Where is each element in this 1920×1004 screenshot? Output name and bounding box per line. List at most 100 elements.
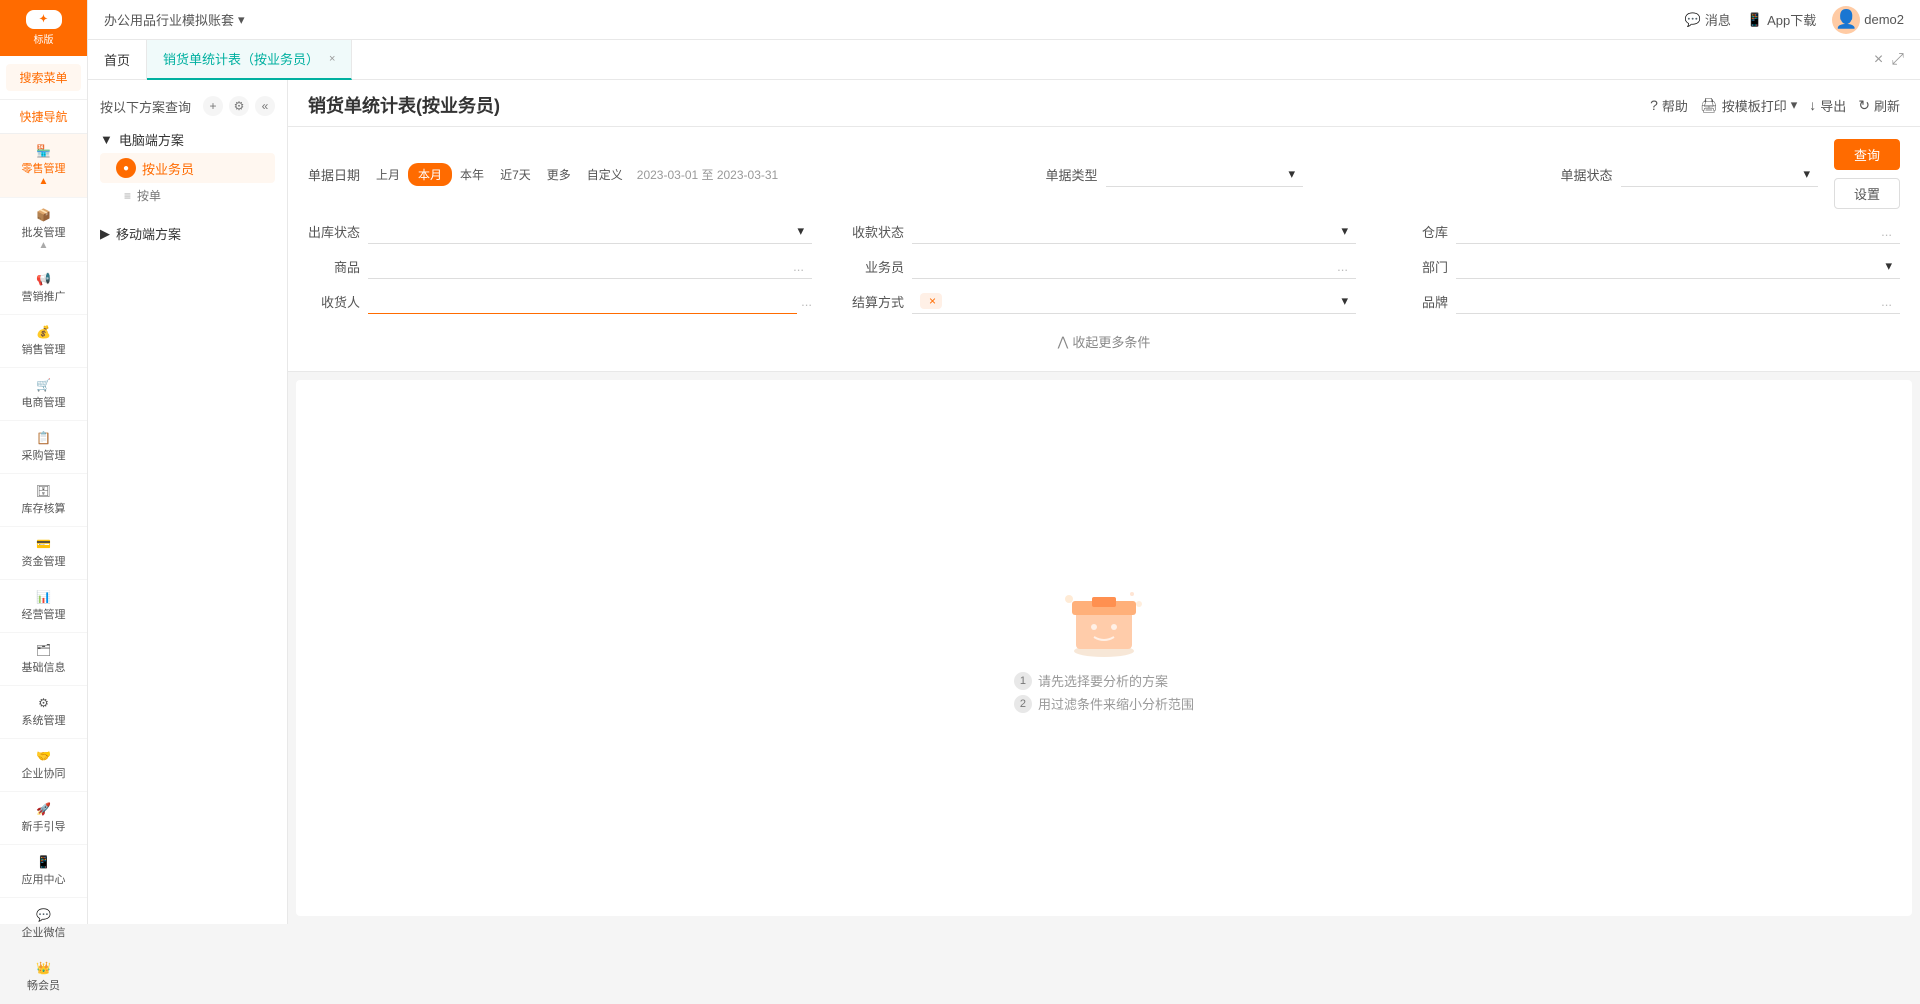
settlement-select[interactable]: × ▾	[912, 289, 1356, 314]
sidebar-item-wechat[interactable]: 💬 企业微信	[0, 898, 87, 951]
message-button[interactable]: 💬 消息	[1685, 10, 1731, 29]
custom-date-button[interactable]: 自定义	[579, 163, 631, 186]
export-button[interactable]: ↓ 导出	[1809, 96, 1846, 115]
tab-actions: × ⤢	[1874, 51, 1920, 69]
doc-type-arrow: ▾	[1288, 166, 1295, 182]
salesperson-dots[interactable]: ...	[1337, 259, 1348, 274]
sidebar-item-retail[interactable]: 🏪 零售管理 ▲	[0, 134, 87, 198]
system-icon: ⚙	[4, 696, 83, 710]
inventory-icon: 🗄	[4, 484, 83, 498]
page-main: 销货单统计表(按业务员) ? 帮助 🖨 按模板打印 ▾ ↓ 导出	[288, 80, 1920, 924]
warehouse-dots[interactable]: ...	[1881, 224, 1892, 239]
scheme-item-salesperson[interactable]: ● 按业务员	[100, 153, 275, 183]
empty-hint-1: 1 请先选择要分析的方案	[1014, 671, 1194, 690]
retail-icon: 🏪	[4, 144, 83, 158]
print-button[interactable]: 🖨 按模板打印 ▾	[1700, 96, 1797, 115]
home-tab-label: 首页	[104, 50, 130, 69]
collapse-button[interactable]: ⋀ 收起更多条件	[1058, 332, 1151, 351]
brand-select[interactable]: ...	[1456, 290, 1900, 314]
warehouse-select[interactable]: ...	[1456, 220, 1900, 244]
add-scheme-button[interactable]: +	[203, 96, 223, 116]
sidebar-item-inventory[interactable]: 🗄 库存核算	[0, 474, 87, 527]
consignee-dots[interactable]: ...	[801, 294, 812, 309]
last7-button[interactable]: 近7天	[492, 163, 539, 186]
sidebar-item-sales[interactable]: 💰 销售管理	[0, 315, 87, 368]
content-area: 按以下方案查询 + ⚙ « ▼ 电脑端方案 ● 按业务员	[88, 80, 1920, 924]
sidebar-search-section: 搜索菜单	[0, 56, 87, 100]
topbar-right: 💬 消息 📱 App下载 👤 demo2	[1685, 6, 1904, 34]
sidebar-item-enterprise[interactable]: 🤝 企业协同	[0, 739, 87, 792]
sidebar-item-basic[interactable]: 🗂 基础信息	[0, 633, 87, 686]
filter-item-collection: 收款状态 ▾	[852, 219, 1356, 244]
sidebar-item-newbie[interactable]: 🚀 新手引导	[0, 792, 87, 845]
salesperson-select[interactable]: ...	[912, 255, 1356, 279]
wholesale-icon: 📦	[4, 208, 83, 222]
mobile-scheme-group: ▶ 移动端方案	[88, 216, 287, 251]
close-window-button[interactable]: ×	[1874, 51, 1883, 69]
sidebar-item-purchase[interactable]: 📋 采购管理	[0, 421, 87, 474]
expand-arrow: ▼	[100, 132, 113, 147]
filter-row-3: 商品 ... 业务员 ...	[308, 254, 1900, 279]
settlement-arrow: ▾	[1341, 293, 1348, 309]
settlement-label: 结算方式	[852, 292, 904, 311]
brand-dots[interactable]: ...	[1881, 294, 1892, 309]
tab-close-icon[interactable]: ×	[329, 53, 335, 65]
salesperson-label: 业务员	[852, 257, 904, 276]
company-dropdown[interactable]: 办公用品行业模拟账套 ▾	[104, 10, 245, 29]
member-icon: 👑	[4, 961, 83, 975]
help-button[interactable]: ? 帮助	[1650, 96, 1688, 115]
sidebar-item-finance[interactable]: 💳 资金管理	[0, 527, 87, 580]
logo-icon: ✦	[26, 10, 62, 29]
sidebar-item-marketing[interactable]: 📢 营销推广	[0, 262, 87, 315]
app-download-button[interactable]: 📱 App下载	[1747, 10, 1816, 29]
doc-type-select[interactable]: ▾	[1106, 162, 1303, 187]
left-scheme-panel: 按以下方案查询 + ⚙ « ▼ 电脑端方案 ● 按业务员	[88, 80, 288, 924]
dept-select[interactable]: ▾	[1456, 254, 1900, 279]
restore-window-button[interactable]: ⤢	[1891, 51, 1904, 69]
collection-select[interactable]: ▾	[912, 219, 1356, 244]
filter-panel: 单据日期 上月 本月 本年 近7天 更多 自定义 2023-03-01 至 20…	[288, 127, 1920, 372]
more-date-button[interactable]: 更多	[539, 163, 579, 186]
search-menu-button[interactable]: 搜索菜单	[6, 64, 81, 91]
dropdown-icon: ▾	[238, 12, 245, 28]
user-menu[interactable]: 👤 demo2	[1832, 6, 1904, 34]
topbar: 办公用品行业模拟账套 ▾ 💬 消息 📱 App下载 👤 demo2	[88, 0, 1920, 40]
pc-scheme-toggle[interactable]: ▼ 电脑端方案	[100, 126, 275, 153]
sidebar-item-operations[interactable]: 📊 经营管理	[0, 580, 87, 633]
goods-select[interactable]: ...	[368, 255, 812, 279]
collapse-panel-button[interactable]: «	[255, 96, 275, 116]
mobile-scheme-toggle[interactable]: ▶ 移动端方案	[100, 220, 275, 247]
out-status-arrow: ▾	[797, 223, 804, 239]
setting-button[interactable]: 设置	[1834, 178, 1900, 209]
settlement-tag-close[interactable]: ×	[929, 294, 936, 308]
sidebar-item-system[interactable]: ⚙ 系统管理	[0, 686, 87, 739]
filter-item-doc-status: 单据状态 ▾	[1561, 162, 1819, 187]
doc-status-select[interactable]: ▾	[1621, 162, 1818, 187]
sidebar-quick-nav[interactable]: 快捷导航	[0, 100, 87, 134]
filter-item-settlement: 结算方式 × ▾	[852, 289, 1356, 314]
tab-sales-stats[interactable]: 销货单统计表（按业务员） ×	[147, 40, 352, 80]
logo-text: 标版	[34, 31, 54, 46]
filter-row-2: 出库状态 ▾ 收款状态 ▾	[308, 219, 1900, 244]
last-month-button[interactable]: 上月	[368, 163, 408, 186]
scheme-sub-item-order[interactable]: ≡ 按单	[100, 183, 275, 208]
tabs-bar: 首页 销货单统计表（按业务员） × × ⤢	[88, 40, 1920, 80]
out-status-select[interactable]: ▾	[368, 219, 812, 244]
goods-dots[interactable]: ...	[793, 259, 804, 274]
refresh-button[interactable]: ↻ 刷新	[1858, 96, 1900, 115]
this-month-button[interactable]: 本月	[408, 163, 452, 186]
tab-home[interactable]: 首页	[88, 40, 147, 80]
settings-scheme-button[interactable]: ⚙	[229, 96, 249, 116]
query-button[interactable]: 查询	[1834, 139, 1900, 170]
this-year-button[interactable]: 本年	[452, 163, 492, 186]
sidebar-item-wholesale[interactable]: 📦 批发管理 ▲	[0, 198, 87, 262]
date-label: 单据日期	[308, 165, 360, 184]
body-area: 1 请先选择要分析的方案 2 用过滤条件来缩小分析范围	[296, 380, 1912, 916]
consignee-input[interactable]	[368, 290, 797, 314]
filter-item-salesperson: 业务员 ...	[852, 255, 1356, 279]
sidebar-item-ecommerce[interactable]: 🛒 电商管理	[0, 368, 87, 421]
mobile-scheme-label: 移动端方案	[116, 224, 181, 243]
filter-item-dept: 部门 ▾	[1396, 254, 1900, 279]
sidebar-item-member[interactable]: 👑 畅会员	[0, 951, 87, 1004]
sidebar-item-apps[interactable]: 📱 应用中心	[0, 845, 87, 898]
